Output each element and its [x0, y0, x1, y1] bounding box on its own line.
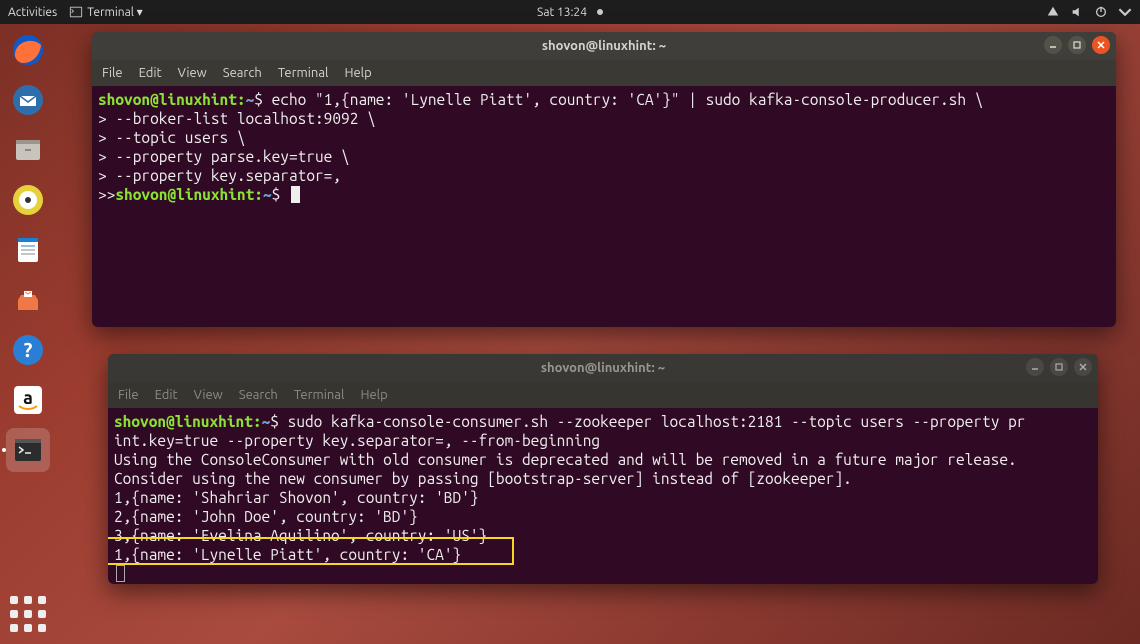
term-line: echo "1,{name: 'Lynelle Piatt', country:… — [272, 91, 984, 108]
term-line: int.key=true --property key.separator=, … — [114, 432, 600, 449]
power-icon[interactable] — [1094, 5, 1108, 19]
term-line: 2,{name: 'John Doe', country: 'BD'} — [114, 508, 418, 525]
term-line: > --topic users \ — [98, 129, 246, 146]
menu-help[interactable]: Help — [360, 388, 387, 402]
term-line: > --property parse.key=true \ — [98, 148, 350, 165]
menubar: File Edit View Search Terminal Help — [108, 382, 1098, 408]
menu-search[interactable]: Search — [223, 66, 262, 80]
menu-terminal[interactable]: Terminal — [294, 388, 345, 402]
dock-files[interactable] — [6, 128, 50, 172]
terminal-window-consumer: shovon@linuxhint: ~ File Edit View Searc… — [108, 354, 1098, 584]
prompt-user: shovon@linuxhint — [114, 413, 253, 430]
term-line: 3,{name: 'Evelina Aquilino', country: 'U… — [114, 527, 487, 544]
titlebar[interactable]: shovon@linuxhint: ~ — [92, 32, 1116, 60]
terminal-output[interactable]: shovon@linuxhint:~$ echo "1,{name: 'Lyne… — [92, 86, 1116, 208]
cursor — [291, 186, 300, 203]
close-button[interactable] — [1092, 36, 1110, 54]
window-title: shovon@linuxhint: ~ — [541, 361, 665, 375]
term-line: Using the ConsoleConsumer with old consu… — [114, 451, 1017, 468]
dock-software[interactable] — [6, 278, 50, 322]
dock-rhythmbox[interactable] — [6, 178, 50, 222]
dock-thunderbird[interactable] — [6, 78, 50, 122]
term-line: > --property key.separator=, — [98, 167, 341, 184]
terminal-output[interactable]: shovon@linuxhint:~$ sudo kafka-console-c… — [108, 408, 1098, 584]
menubar: File Edit View Search Terminal Help — [92, 60, 1116, 86]
prompt-user: shovon@linuxhint — [115, 186, 254, 203]
menu-view[interactable]: View — [178, 66, 207, 80]
prompt-path: ~ — [263, 186, 272, 203]
titlebar[interactable]: shovon@linuxhint: ~ — [108, 354, 1098, 382]
prompt-path: ~ — [246, 91, 255, 108]
menu-view[interactable]: View — [194, 388, 223, 402]
minimize-button[interactable] — [1044, 36, 1062, 54]
window-title: shovon@linuxhint: ~ — [542, 39, 666, 53]
dock-firefox[interactable] — [6, 28, 50, 72]
dock-terminal[interactable] — [6, 428, 50, 472]
activities-button[interactable]: Activities — [8, 6, 57, 19]
gnome-topbar: Activities Terminal ▾ Sat 13:24 — [0, 0, 1140, 24]
menu-edit[interactable]: Edit — [139, 66, 162, 80]
term-line: Consider using the new consumer by passi… — [114, 470, 852, 487]
dock: ? a — [2, 28, 54, 472]
term-line: sudo kafka-console-consumer.sh --zookeep… — [288, 413, 1026, 430]
show-applications[interactable] — [10, 596, 46, 632]
maximize-button[interactable] — [1068, 36, 1086, 54]
menu-help[interactable]: Help — [344, 66, 371, 80]
minimize-button[interactable] — [1026, 358, 1044, 376]
cursor — [116, 565, 125, 582]
menu-terminal[interactable]: Terminal — [278, 66, 329, 80]
clock[interactable]: Sat 13:24 — [537, 6, 603, 19]
appmenu-terminal[interactable]: Terminal ▾ — [69, 5, 142, 19]
clock-label: Sat 13:24 — [537, 6, 587, 19]
svg-text:?: ? — [24, 338, 33, 361]
close-button[interactable] — [1074, 358, 1092, 376]
chevron-down-icon[interactable] — [1118, 5, 1132, 19]
terminal-window-producer: shovon@linuxhint: ~ File Edit View Searc… — [92, 32, 1116, 327]
term-line: > --broker-list localhost:9092 \ — [98, 110, 376, 127]
menu-search[interactable]: Search — [239, 388, 278, 402]
notification-dot — [597, 9, 603, 15]
term-line: 1,{name: 'Shahriar Shovon', country: 'BD… — [114, 489, 479, 506]
network-icon[interactable] — [1046, 5, 1060, 19]
dock-help[interactable]: ? — [6, 328, 50, 372]
prompt-path: ~ — [262, 413, 271, 430]
appmenu-label: Terminal ▾ — [87, 5, 142, 19]
volume-icon[interactable] — [1070, 5, 1084, 19]
dock-amazon[interactable]: a — [6, 378, 50, 422]
maximize-button[interactable] — [1050, 358, 1068, 376]
dock-writer[interactable] — [6, 228, 50, 272]
term-line: 1,{name: 'Lynelle Piatt', country: 'CA'} — [114, 546, 461, 563]
svg-text:a: a — [23, 388, 33, 408]
term-line: >> — [98, 186, 115, 203]
menu-edit[interactable]: Edit — [155, 388, 178, 402]
prompt-user: shovon@linuxhint — [98, 91, 237, 108]
menu-file[interactable]: File — [118, 388, 139, 402]
terminal-icon — [69, 5, 83, 19]
menu-file[interactable]: File — [102, 66, 123, 80]
